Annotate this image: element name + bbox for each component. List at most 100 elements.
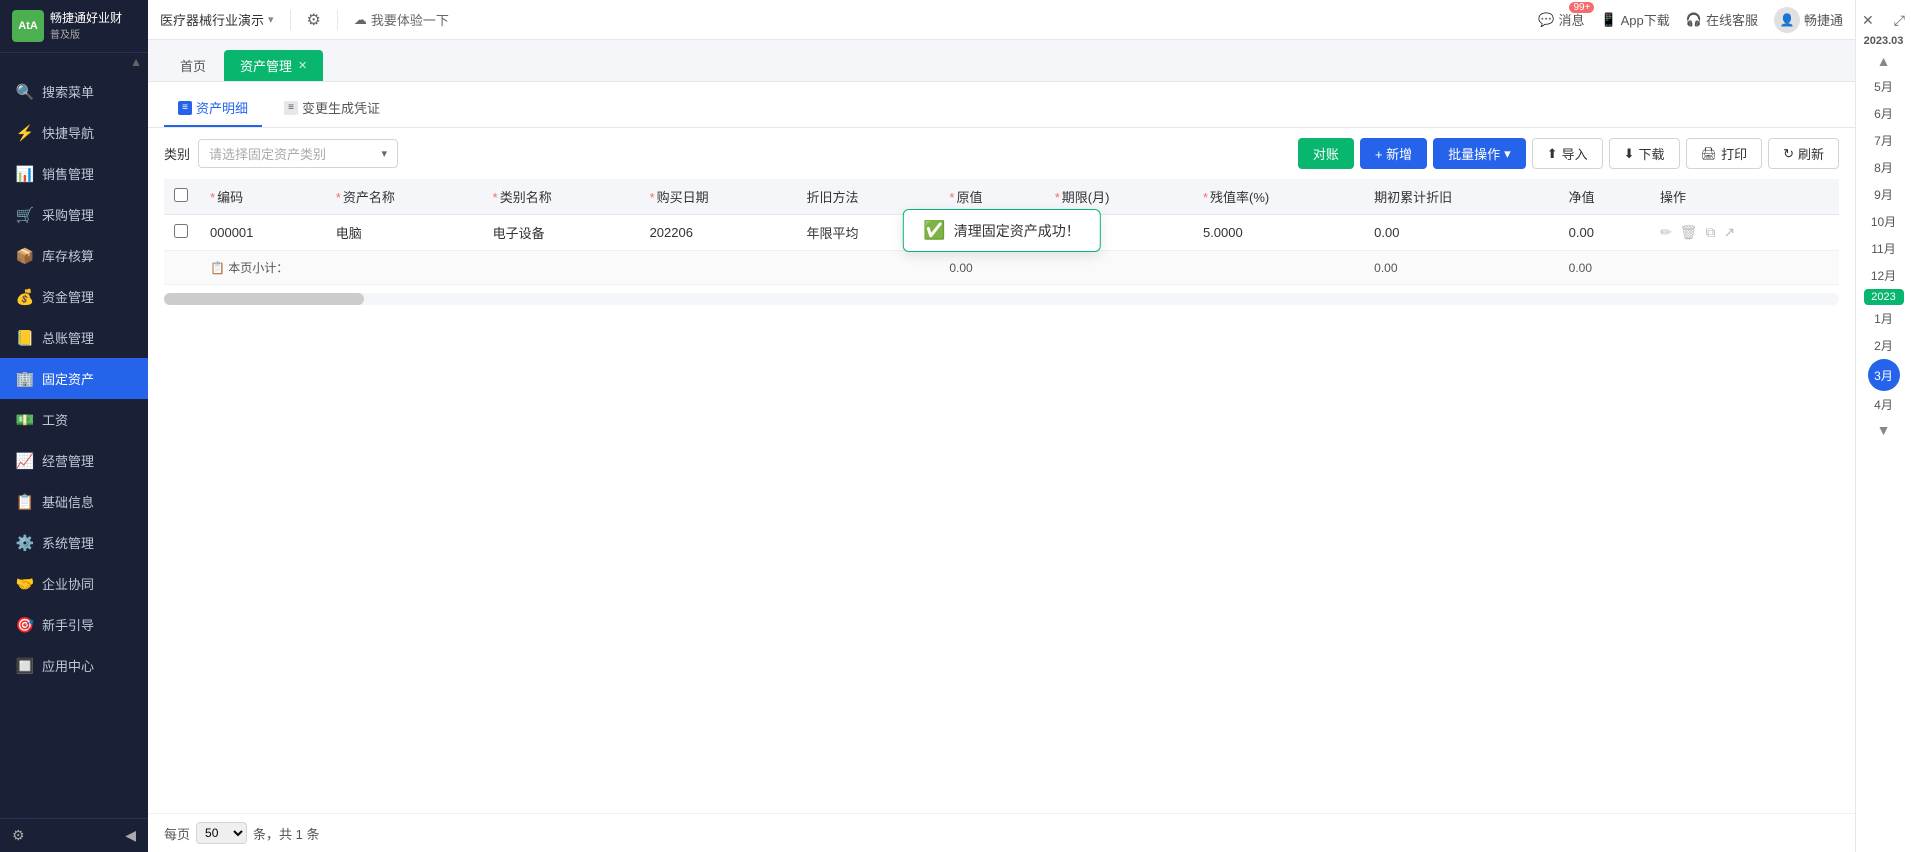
more-icon[interactable]: ↗ <box>1723 224 1735 241</box>
sidebar-scroll-up[interactable]: ▲ <box>130 55 142 69</box>
month-3-current[interactable]: 3月 <box>1868 359 1900 391</box>
sidebar-item-app-center[interactable]: 🔲 应用中心 <box>0 645 148 686</box>
col-purchase-date: *购买日期 <box>640 179 797 215</box>
subtotal-text: 本页小计： <box>228 261 288 275</box>
company-dropdown-icon: ▾ <box>268 13 274 26</box>
category-label: 类别 <box>164 144 190 163</box>
sidebar-item-basic-info[interactable]: 📋 基础信息 <box>0 481 148 522</box>
table-wrapper: ✅ 清理固定资产成功！ *编码 *资产名称 *类别名称 *购买日期 折旧方法 *… <box>148 179 1855 813</box>
month-11[interactable]: 11月 <box>1864 235 1904 262</box>
month-8[interactable]: 8月 <box>1864 154 1904 181</box>
month-2[interactable]: 2月 <box>1864 332 1904 359</box>
sidebar-item-fixed-assets[interactable]: 🏢 固定资产 <box>0 358 148 399</box>
logo-icon: AtA <box>12 10 44 42</box>
month-9[interactable]: 9月 <box>1864 181 1904 208</box>
col-net-value: 净值 <box>1559 179 1650 215</box>
edit-icon[interactable]: ✏ <box>1660 224 1672 241</box>
subtotal-row: 📋 本页小计： 0.00 0.00 0.00 <box>164 251 1839 285</box>
prev-month-nav[interactable]: ▲ <box>1873 49 1895 73</box>
main-area: 医疗器械行业演示 ▾ ⚙ ☁ 我要体验一下 💬 消息 99+ 📱 App下载 🎧… <box>148 0 1855 852</box>
asset-detail-tab-icon: ≡ <box>178 101 192 115</box>
content-tab-change-voucher[interactable]: ≡ 变更生成凭证 <box>270 92 394 127</box>
topbar: 医疗器械行业演示 ▾ ⚙ ☁ 我要体验一下 💬 消息 99+ 📱 App下载 🎧… <box>148 0 1855 40</box>
sidebar-item-sys-mgmt[interactable]: ⚙️ 系统管理 <box>0 522 148 563</box>
logo-edition: 普及版 <box>50 26 122 41</box>
month-7[interactable]: 7月 <box>1864 127 1904 154</box>
month-12[interactable]: 12月 <box>1864 262 1904 289</box>
right-panel-close-icon[interactable]: ✕ <box>1862 12 1874 29</box>
sidebar-item-funds[interactable]: 💰 资金管理 <box>0 276 148 317</box>
select-all-checkbox[interactable] <box>174 188 188 202</box>
sidebar-item-label: 企业协同 <box>42 574 94 593</box>
right-panel: ✕ ⤢ 2023.03 ▲ 5月 6月 7月 8月 9月 10月 11月 12月… <box>1855 0 1911 852</box>
next-month-nav[interactable]: ▼ <box>1873 418 1895 442</box>
app-center-icon: 🔲 <box>16 657 34 675</box>
scrollbar-thumb[interactable] <box>164 293 364 305</box>
sidebar-item-label: 快捷导航 <box>42 123 94 142</box>
category-select[interactable]: 请选择固定资产类别 ▾ <box>198 139 398 168</box>
row-checkbox[interactable] <box>174 224 188 238</box>
company-selector[interactable]: 医疗器械行业演示 ▾ <box>160 10 274 29</box>
content-tabs: ≡ 资产明细 ≡ 变更生成凭证 <box>148 82 1855 128</box>
online-service-button[interactable]: 🎧 在线客服 <box>1686 10 1758 29</box>
month-1[interactable]: 1月 <box>1864 305 1904 332</box>
month-5[interactable]: 5月 <box>1864 73 1904 100</box>
subtotal-net: 0.00 <box>1559 251 1650 285</box>
experience-button[interactable]: ☁ 我要体验一下 <box>354 10 449 29</box>
horizontal-scrollbar[interactable] <box>164 293 1839 305</box>
sidebar-item-coop[interactable]: 🤝 企业协同 <box>0 563 148 604</box>
refresh-button[interactable]: ↻ 刷新 <box>1768 138 1839 169</box>
cell-actions: ✏ 🗑 ⧉ ↗ <box>1650 215 1839 251</box>
month-4[interactable]: 4月 <box>1864 391 1904 418</box>
import-button[interactable]: ⬆ 导入 <box>1532 138 1603 169</box>
delete-icon[interactable]: 🗑 <box>1680 224 1698 241</box>
sidebar-item-sales[interactable]: 📊 销售管理 <box>0 153 148 194</box>
per-page-select[interactable]: 50 100 <box>196 822 247 844</box>
per-page-label: 每页 <box>164 824 190 843</box>
success-check-icon: ✅ <box>923 220 945 241</box>
user-avatar[interactable]: 👤 畅捷通 <box>1774 7 1843 33</box>
payroll-icon: 💵 <box>16 411 34 429</box>
sidebar-item-payroll[interactable]: 💵 工资 <box>0 399 148 440</box>
print-button[interactable]: 🖨 打印 <box>1686 138 1763 169</box>
month-6[interactable]: 6月 <box>1864 100 1904 127</box>
sidebar-item-label: 固定资产 <box>42 369 94 388</box>
import-icon: ⬆ <box>1547 146 1558 162</box>
download-button[interactable]: ⬇ 下载 <box>1609 138 1680 169</box>
month-10[interactable]: 10月 <box>1864 208 1904 235</box>
content-area: ≡ 资产明细 ≡ 变更生成凭证 类别 请选择固定资产类别 ▾ 对账 <box>148 82 1855 852</box>
copy-icon[interactable]: ⧉ <box>1705 224 1715 241</box>
tab-close-icon[interactable]: ✕ <box>298 59 307 72</box>
settings-bottom-icon[interactable]: ⚙ <box>12 827 25 844</box>
reconcile-button[interactable]: 对账 <box>1298 138 1354 169</box>
content-tab-asset-detail[interactable]: ≡ 资产明细 <box>164 92 262 127</box>
fixed-assets-icon: 🏢 <box>16 370 34 388</box>
sidebar-item-search[interactable]: 🔍 搜索菜单 <box>0 71 148 112</box>
batch-ops-arrow: ▾ <box>1504 146 1511 162</box>
subtotal-label: 📋 <box>210 261 225 275</box>
sidebar-item-quick-nav[interactable]: ⚡ 快捷导航 <box>0 112 148 153</box>
app-download-button[interactable]: 📱 App下载 <box>1600 10 1669 29</box>
sidebar-item-inventory[interactable]: 📦 库存核算 <box>0 235 148 276</box>
sidebar-bottom: ⚙ ◀ <box>0 818 148 852</box>
sidebar-item-biz-mgmt[interactable]: 📈 经营管理 <box>0 440 148 481</box>
message-button[interactable]: 💬 消息 99+ <box>1538 10 1584 29</box>
funds-icon: 💰 <box>16 288 34 306</box>
tab-asset-mgmt[interactable]: 资产管理 ✕ <box>224 50 323 81</box>
sidebar-item-label: 搜索菜单 <box>42 82 94 101</box>
sidebar-item-ledger[interactable]: 📒 总账管理 <box>0 317 148 358</box>
message-badge: 99+ <box>1569 2 1594 13</box>
collapse-icon[interactable]: ◀ <box>125 827 136 844</box>
sidebar-item-purchase[interactable]: 🛒 采购管理 <box>0 194 148 235</box>
right-panel-expand-icon[interactable]: ⤢ <box>1894 12 1905 29</box>
cell-initial-accum-depr: 0.00 <box>1364 215 1558 251</box>
sidebar-item-guide[interactable]: 🎯 新手引导 <box>0 604 148 645</box>
basic-info-icon: 📋 <box>16 493 34 511</box>
batch-ops-button[interactable]: 批量操作 ▾ <box>1433 138 1526 169</box>
settings-button[interactable]: ⚙ <box>307 10 321 30</box>
new-button[interactable]: + 新增 <box>1360 138 1427 169</box>
cell-code: 000001 <box>200 215 326 251</box>
success-text: 清理固定资产成功！ <box>954 221 1080 241</box>
sidebar-item-label: 经营管理 <box>42 451 94 470</box>
tab-home[interactable]: 首页 <box>164 50 222 81</box>
